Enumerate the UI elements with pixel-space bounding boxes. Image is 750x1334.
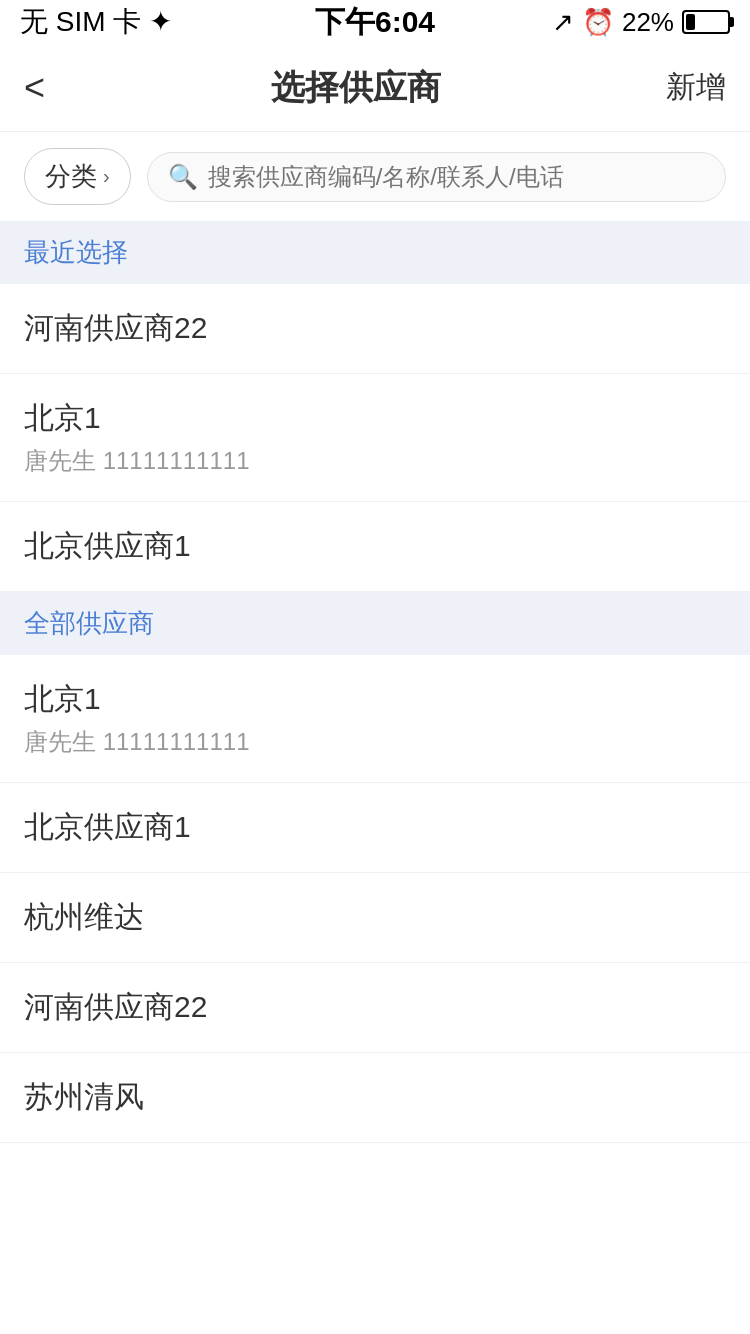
item-name: 北京供应商1 [24,526,726,567]
search-input[interactable] [208,163,705,191]
item-name: 北京1 [24,679,726,720]
status-time: 下午6:04 [315,2,435,43]
item-name: 河南供应商22 [24,308,726,349]
all-section-header: 全部供应商 [0,592,750,655]
list-item[interactable]: 河南供应商22 [0,963,750,1053]
list-item[interactable]: 苏州清风 [0,1053,750,1143]
nav-bar: < 选择供应商 新增 [0,44,750,132]
item-name: 河南供应商22 [24,987,726,1028]
sim-status: 无 SIM 卡 ✦ [20,3,172,41]
status-right: ↗ ⏰ 22% [552,7,730,38]
item-sub: 唐先生 11111111111 [24,726,726,758]
recent-section-label: 最近选择 [24,237,128,267]
list-item[interactable]: 北京供应商1 [0,502,750,592]
list-item[interactable]: 河南供应商22 [0,284,750,374]
status-left: 无 SIM 卡 ✦ [20,3,172,41]
search-box[interactable]: 🔍 [147,152,726,202]
battery-icon [682,10,730,34]
new-button[interactable]: 新增 [666,67,726,108]
item-name: 苏州清风 [24,1077,726,1118]
item-name: 北京供应商1 [24,807,726,848]
item-name: 北京1 [24,398,726,439]
item-name: 杭州维达 [24,897,726,938]
battery-percent: 22% [622,7,674,38]
all-items-list: 北京1 唐先生 11111111111 北京供应商1 杭州维达河南供应商22 苏州清风 [0,655,750,1143]
category-button[interactable]: 分类 › [24,148,131,205]
all-section-label: 全部供应商 [24,608,154,638]
recent-items-list: 河南供应商22 北京1 唐先生 11111111111 北京供应商1 [0,284,750,592]
page-title: 选择供应商 [271,65,441,111]
search-icon: 🔍 [168,163,198,191]
alarm-icon: ⏰ [582,7,614,38]
item-sub: 唐先生 11111111111 [24,445,726,477]
list-item[interactable]: 北京1 唐先生 11111111111 [0,374,750,502]
status-bar: 无 SIM 卡 ✦ 下午6:04 ↗ ⏰ 22% [0,0,750,44]
list-item[interactable]: 北京供应商1 [0,783,750,873]
list-item[interactable]: 北京1 唐先生 11111111111 [0,655,750,783]
filter-bar: 分类 › 🔍 [0,132,750,221]
location-icon: ↗ [552,7,574,38]
category-label: 分类 [45,159,97,194]
chevron-down-icon: › [103,165,110,188]
recent-section-header: 最近选择 [0,221,750,284]
back-button[interactable]: < [24,67,45,109]
list-item[interactable]: 杭州维达 [0,873,750,963]
